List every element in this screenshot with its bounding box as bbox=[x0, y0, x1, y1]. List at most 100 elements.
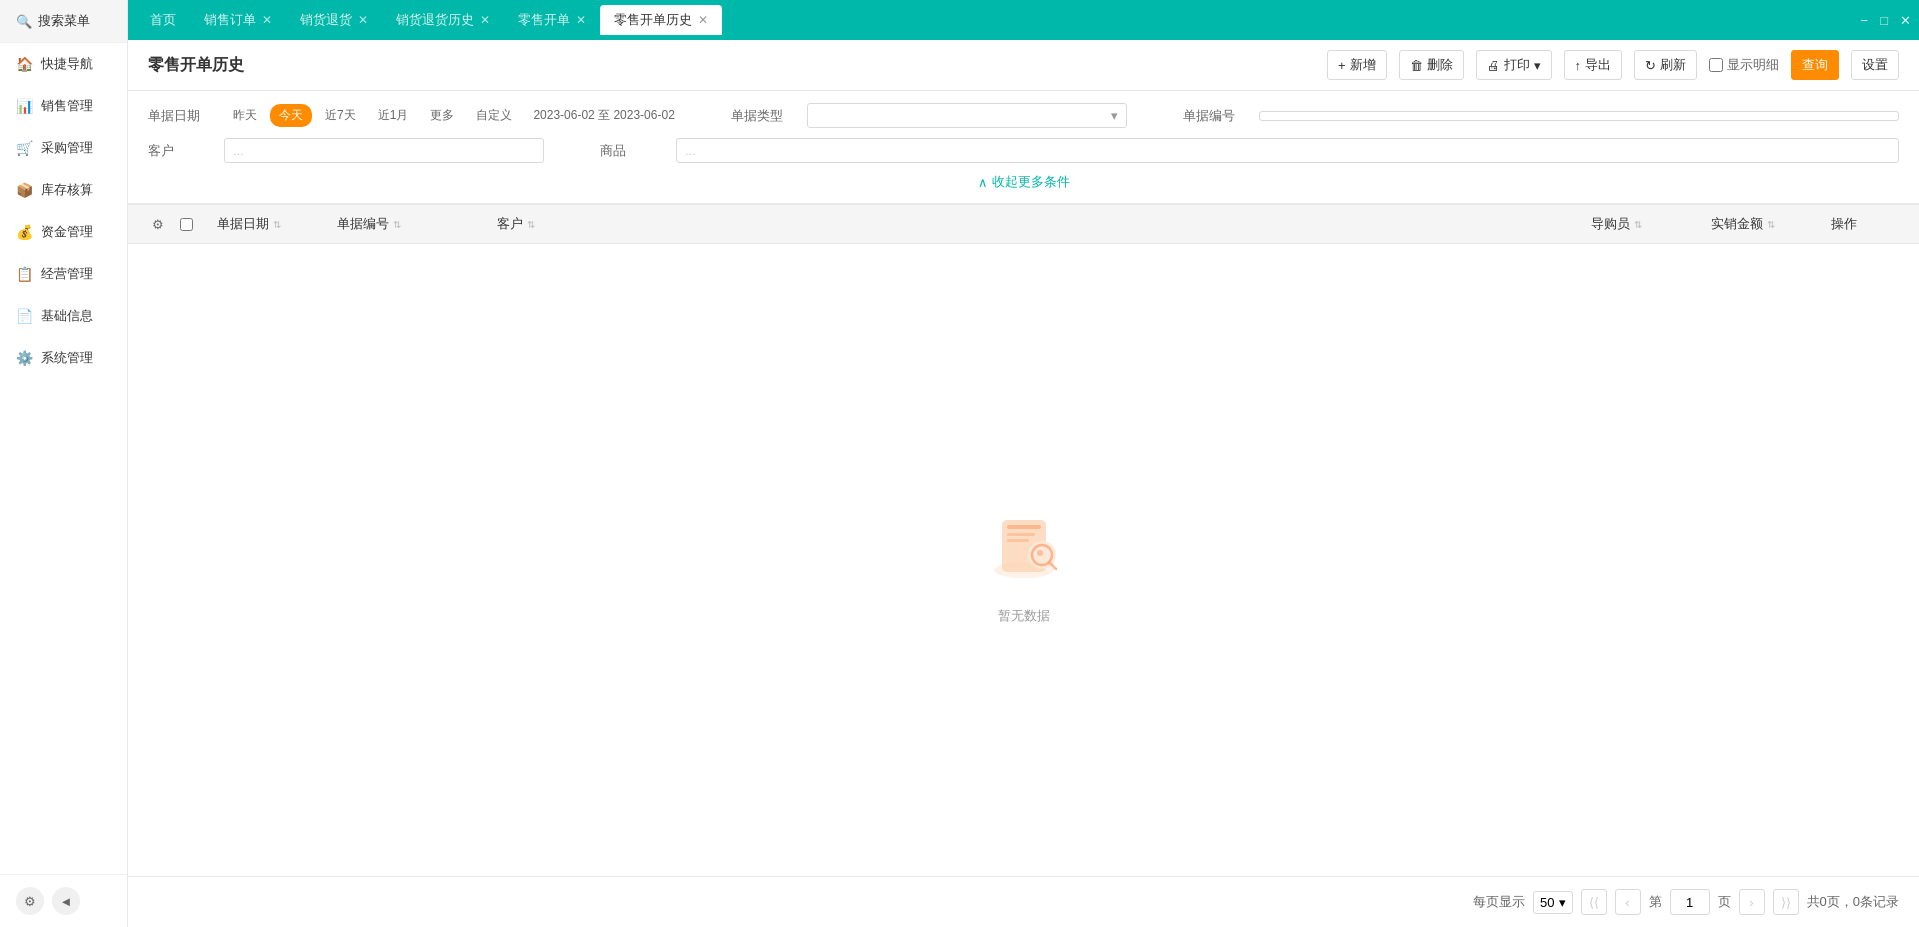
delete-button[interactable]: 🗑 删除 bbox=[1399, 50, 1464, 80]
col-amount-sort-icon: ⇅ bbox=[1767, 219, 1775, 230]
page-last-button[interactable]: ⟩⟩ bbox=[1773, 889, 1799, 915]
show-detail-checkbox[interactable] bbox=[1709, 58, 1723, 72]
refresh-label: 刷新 bbox=[1660, 56, 1686, 74]
col-num-label: 单据编号 bbox=[337, 215, 389, 233]
tab-sales-return[interactable]: 销货退货 ✕ bbox=[286, 5, 382, 35]
sidebar-search-label: 搜索菜单 bbox=[38, 12, 90, 30]
sidebar-item-basic-info[interactable]: 📄 基础信息 bbox=[0, 295, 127, 337]
date-btn-custom[interactable]: 自定义 bbox=[467, 104, 521, 127]
filter-row-2: 客户 ... 商品 ... bbox=[148, 138, 1899, 163]
page-label: 第 bbox=[1649, 893, 1662, 911]
per-page-select[interactable]: 50 ▾ bbox=[1533, 891, 1572, 914]
page-first-button[interactable]: ⟨⟨ bbox=[1581, 889, 1607, 915]
collapse-icon: ∧ bbox=[978, 175, 988, 190]
col-customer-label: 客户 bbox=[497, 215, 523, 233]
per-page-value: 50 bbox=[1540, 895, 1554, 910]
add-icon: + bbox=[1338, 58, 1346, 73]
sidebar-item-sales[interactable]: 📊 销售管理 bbox=[0, 85, 127, 127]
window-close-button[interactable]: ✕ bbox=[1900, 13, 1911, 28]
filter-area: 单据日期 昨天 今天 近7天 近1月 更多 自定义 2023-06-02 至 2… bbox=[128, 91, 1919, 204]
tab-sales-order[interactable]: 销售订单 ✕ bbox=[190, 5, 286, 35]
sidebar-item-purchase[interactable]: 🛒 采购管理 bbox=[0, 127, 127, 169]
window-minimize-button[interactable]: − bbox=[1861, 13, 1869, 28]
sidebar-search[interactable]: 🔍 搜索菜单 bbox=[0, 0, 127, 43]
print-button[interactable]: 🖨 打印 ▾ bbox=[1476, 50, 1552, 80]
per-page-chevron: ▾ bbox=[1559, 895, 1566, 910]
date-quick-btns: 昨天 今天 近7天 近1月 更多 自定义 2023-06-02 至 2023-0… bbox=[224, 104, 675, 127]
type-filter-label: 单据类型 bbox=[731, 107, 791, 125]
date-range-display: 2023-06-02 至 2023-06-02 bbox=[533, 107, 674, 124]
table-select-all-checkbox[interactable] bbox=[180, 218, 193, 231]
query-button[interactable]: 查询 bbox=[1791, 50, 1839, 80]
sidebar-item-inventory[interactable]: 📦 库存核算 bbox=[0, 169, 127, 211]
tab-retail-history[interactable]: 零售开单历史 ✕ bbox=[600, 5, 722, 35]
page-prev-button[interactable]: ‹ bbox=[1615, 889, 1641, 915]
col-date-sort-icon: ⇅ bbox=[273, 219, 281, 230]
date-btn-today[interactable]: 今天 bbox=[270, 104, 312, 127]
customer-filter-placeholder: ... bbox=[233, 143, 244, 158]
sidebar: 🔍 搜索菜单 🏠 快捷导航 📊 销售管理 🛒 采购管理 📦 库存核算 💰 资金管… bbox=[0, 0, 128, 927]
customer-filter-input[interactable]: ... bbox=[224, 138, 544, 163]
col-amount[interactable]: 实销金额 ⇅ bbox=[1703, 215, 1823, 233]
settings-filter-button[interactable]: 设置 bbox=[1851, 50, 1899, 80]
system-icon: ⚙️ bbox=[16, 350, 33, 366]
tab-retail-order[interactable]: 零售开单 ✕ bbox=[504, 5, 600, 35]
col-guide[interactable]: 导购员 ⇅ bbox=[1583, 215, 1703, 233]
sidebar-item-shortcuts[interactable]: 🏠 快捷导航 bbox=[0, 43, 127, 85]
delete-icon: 🗑 bbox=[1410, 58, 1423, 73]
tab-sales-order-close[interactable]: ✕ bbox=[262, 14, 272, 26]
col-guide-sort-icon: ⇅ bbox=[1634, 219, 1642, 230]
window-maximize-button[interactable]: □ bbox=[1880, 13, 1888, 28]
settings-filter-label: 设置 bbox=[1862, 56, 1888, 74]
goods-filter-input[interactable]: ... bbox=[676, 138, 1899, 163]
query-label: 查询 bbox=[1802, 56, 1828, 74]
sidebar-item-label: 系统管理 bbox=[41, 349, 93, 367]
col-date[interactable]: 单据日期 ⇅ bbox=[209, 215, 329, 233]
per-page-label: 每页显示 bbox=[1473, 893, 1525, 911]
export-button[interactable]: ↑ 导出 bbox=[1564, 50, 1623, 80]
date-btn-1month[interactable]: 近1月 bbox=[369, 104, 418, 127]
sidebar-item-label: 快捷导航 bbox=[41, 55, 93, 73]
sidebar-item-management[interactable]: 📋 经营管理 bbox=[0, 253, 127, 295]
date-btn-7days[interactable]: 近7天 bbox=[316, 104, 365, 127]
sales-icon: 📊 bbox=[16, 98, 33, 114]
page-next-button[interactable]: › bbox=[1739, 889, 1765, 915]
col-amount-label: 实销金额 bbox=[1711, 215, 1763, 233]
tab-return-history-close[interactable]: ✕ bbox=[480, 14, 490, 26]
col-num[interactable]: 单据编号 ⇅ bbox=[329, 215, 489, 233]
type-filter-chevron: ▾ bbox=[1111, 108, 1118, 123]
management-icon: 📋 bbox=[16, 266, 33, 282]
tab-retail-history-label: 零售开单历史 bbox=[614, 11, 692, 29]
col-ops: 操作 bbox=[1823, 215, 1903, 233]
tab-home-label: 首页 bbox=[150, 11, 176, 29]
tab-retail-order-close[interactable]: ✕ bbox=[576, 14, 586, 26]
sidebar-item-label: 经营管理 bbox=[41, 265, 93, 283]
refresh-icon: ↻ bbox=[1645, 58, 1656, 73]
page-number-input[interactable] bbox=[1670, 889, 1710, 915]
tab-retail-order-label: 零售开单 bbox=[518, 11, 570, 29]
col-date-label: 单据日期 bbox=[217, 215, 269, 233]
tab-home[interactable]: 首页 bbox=[136, 5, 190, 35]
sidebar-item-finance[interactable]: 💰 资金管理 bbox=[0, 211, 127, 253]
num-filter-input[interactable] bbox=[1259, 111, 1899, 121]
date-btn-yesterday[interactable]: 昨天 bbox=[224, 104, 266, 127]
delete-label: 删除 bbox=[1427, 56, 1453, 74]
refresh-button[interactable]: ↻ 刷新 bbox=[1634, 50, 1697, 80]
add-label: 新增 bbox=[1350, 56, 1376, 74]
add-button[interactable]: + 新增 bbox=[1327, 50, 1387, 80]
goods-filter-label: 商品 bbox=[600, 142, 660, 160]
collapse-filter-btn[interactable]: ∧ 收起更多条件 bbox=[148, 173, 1899, 191]
show-detail-toggle[interactable]: 显示明细 bbox=[1709, 56, 1779, 74]
settings-button[interactable]: ⚙ bbox=[16, 887, 44, 915]
print-icon: 🖨 bbox=[1487, 58, 1500, 73]
type-filter-select[interactable]: ▾ bbox=[807, 103, 1127, 128]
tab-retail-history-close[interactable]: ✕ bbox=[698, 14, 708, 26]
table-column-settings-button[interactable]: ⚙ bbox=[144, 210, 172, 238]
tab-return-history[interactable]: 销货退货历史 ✕ bbox=[382, 5, 504, 35]
tab-sales-return-close[interactable]: ✕ bbox=[358, 14, 368, 26]
sidebar-item-system[interactable]: ⚙️ 系统管理 bbox=[0, 337, 127, 379]
collapse-sidebar-button[interactable]: ◄ bbox=[52, 887, 80, 915]
col-customer[interactable]: 客户 ⇅ bbox=[489, 215, 1583, 233]
inventory-icon: 📦 bbox=[16, 182, 33, 198]
date-btn-more[interactable]: 更多 bbox=[421, 104, 463, 127]
